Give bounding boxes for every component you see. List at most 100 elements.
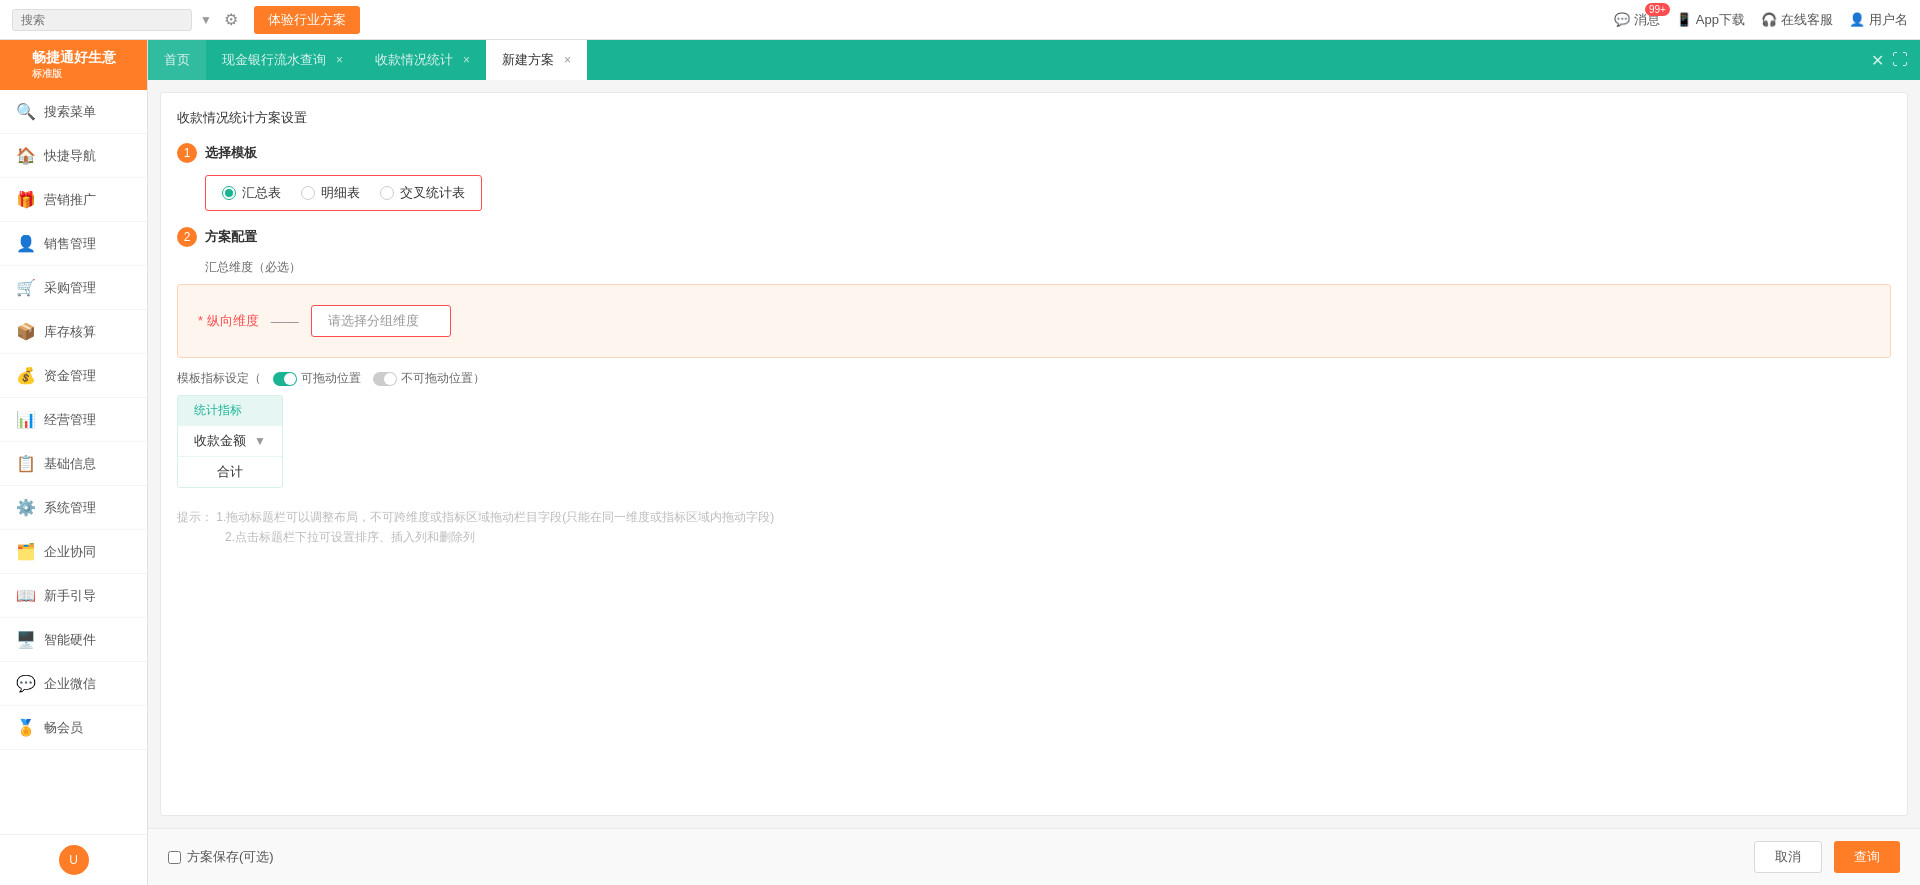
sidebar-item-operation[interactable]: 📊 经营管理 — [0, 398, 147, 442]
dimension-arrow: —— — [271, 313, 299, 329]
sidebar-item-search-menu[interactable]: 🔍 搜索菜单 — [0, 90, 147, 134]
sales-icon: 👤 — [16, 234, 36, 253]
tab-home[interactable]: 首页 — [148, 40, 206, 80]
indicator-amount-cell[interactable]: 收款金额 ▼ — [178, 425, 282, 456]
sidebar-item-system[interactable]: ⚙️ 系统管理 — [0, 486, 147, 530]
radio-crosstab[interactable]: 交叉统计表 — [380, 184, 465, 202]
sidebar-item-label: 资金管理 — [44, 367, 96, 385]
tip-line-1: 提示： 1.拖动标题栏可以调整布局，不可跨维度或指标区域拖动栏目字段(只能在同一… — [177, 507, 1891, 527]
sidebar-bottom: U — [0, 834, 147, 885]
operation-icon: 📊 — [16, 410, 36, 429]
tab-bank-flow[interactable]: 现金银行流水查询 × — [206, 40, 359, 80]
bank-flow-tab-label: 现金银行流水查询 — [222, 51, 326, 69]
step1-section: 1 选择模板 汇总表 明细表 — [177, 143, 1891, 211]
template-select-box: 汇总表 明细表 交叉统计表 — [205, 175, 482, 211]
content-area: 首页 现金银行流水查询 × 收款情况统计 × 新建方案 × ✕ ⛶ — [148, 40, 1920, 885]
sidebar-item-purchase[interactable]: 🛒 采购管理 — [0, 266, 147, 310]
sidebar-item-enterprise-coop[interactable]: 🗂️ 企业协同 — [0, 530, 147, 574]
main-layout: 畅捷通好生意 标准版 🔍 搜索菜单 🏠 快捷导航 🎁 营销推广 👤 销售管理 🛒… — [0, 40, 1920, 885]
save-plan-checkbox-input[interactable] — [168, 851, 181, 864]
sidebar-item-basic-info[interactable]: 📋 基础信息 — [0, 442, 147, 486]
step2-section: 2 方案配置 汇总维度（必选） * 纵向维度 —— 请选择分组维度 — [177, 227, 1891, 547]
radio-detail-circle — [301, 186, 315, 200]
basic-info-icon: 📋 — [16, 454, 36, 473]
sidebar-item-label: 畅会员 — [44, 719, 83, 737]
unmovable-toggle: 不可拖动位置） — [373, 370, 485, 387]
industry-solution-button[interactable]: 体验行业方案 — [254, 6, 360, 34]
top-search-input[interactable] — [12, 9, 192, 31]
page-inner: 收款情况统计方案设置 1 选择模板 汇总表 明细表 — [160, 92, 1908, 816]
sidebar-item-marketing[interactable]: 🎁 营销推广 — [0, 178, 147, 222]
sidebar-item-label: 企业协同 — [44, 543, 96, 561]
indicator-section-label: 模板指标设定（ — [177, 370, 261, 387]
app-download-button[interactable]: 📱 App下载 — [1676, 11, 1745, 29]
sidebar-item-label: 智能硬件 — [44, 631, 96, 649]
inventory-icon: 📦 — [16, 322, 36, 341]
collection-stats-tab-label: 收款情况统计 — [375, 51, 453, 69]
vip-icon: 🏅 — [16, 718, 36, 737]
collection-stats-tab-close[interactable]: × — [463, 53, 470, 67]
tip-line-2: 2.点击标题栏下拉可设置排序、插入列和删除列 — [177, 527, 1891, 547]
indicator-label-row: 模板指标设定（ 可拖动位置 不可拖动位置） — [177, 370, 1891, 387]
sidebar-item-label: 新手引导 — [44, 587, 96, 605]
radio-detail-label: 明细表 — [321, 184, 360, 202]
radio-summary-circle — [222, 186, 236, 200]
sidebar-item-label: 采购管理 — [44, 279, 96, 297]
indicator-table: 统计指标 收款金额 ▼ 合计 — [177, 395, 283, 488]
sidebar-item-enterprise-wechat[interactable]: 💬 企业微信 — [0, 662, 147, 706]
new-plan-tab-close[interactable]: × — [564, 53, 571, 67]
dimension-select-button[interactable]: 请选择分组维度 — [311, 305, 451, 337]
cancel-button[interactable]: 取消 — [1754, 841, 1822, 873]
save-plan-label: 方案保存(可选) — [187, 848, 274, 866]
sidebar-item-quick-nav[interactable]: 🏠 快捷导航 — [0, 134, 147, 178]
indicator-header-label: 统计指标 — [194, 402, 242, 419]
sidebar-item-finance[interactable]: 💰 资金管理 — [0, 354, 147, 398]
indicator-section: 模板指标设定（ 可拖动位置 不可拖动位置） — [177, 370, 1891, 491]
indicator-dropdown-icon[interactable]: ▼ — [254, 434, 266, 448]
radio-summary-label: 汇总表 — [242, 184, 281, 202]
sidebar-item-label: 营销推广 — [44, 191, 96, 209]
vertical-dim-label: * 纵向维度 — [198, 312, 259, 330]
movable-toggle-on — [273, 372, 297, 386]
user-avatar: 👤 — [1849, 12, 1865, 27]
sidebar-item-sales[interactable]: 👤 销售管理 — [0, 222, 147, 266]
new-plan-tab-label: 新建方案 — [502, 51, 554, 69]
sidebar-item-label: 销售管理 — [44, 235, 96, 253]
top-bar: ▼ ⚙ 体验行业方案 💬 消息 99+ 📱 App下载 🎧 在线客服 👤 用户名 — [0, 0, 1920, 40]
sidebar-avatar[interactable]: U — [59, 845, 89, 875]
settings-icon[interactable]: ⚙ — [224, 10, 238, 29]
user-profile[interactable]: 👤 用户名 — [1849, 11, 1908, 29]
bank-flow-tab-close[interactable]: × — [336, 53, 343, 67]
radio-detail[interactable]: 明细表 — [301, 184, 360, 202]
sidebar-item-smart-hardware[interactable]: 🖥️ 智能硬件 — [0, 618, 147, 662]
notification-badge: 99+ — [1645, 3, 1670, 16]
movable-toggle-off — [373, 372, 397, 386]
tab-collection-stats[interactable]: 收款情况统计 × — [359, 40, 486, 80]
dimension-section-label: 汇总维度（必选） — [205, 259, 1891, 276]
top-search-arrow[interactable]: ▼ — [200, 13, 212, 27]
page-content: 收款情况统计方案设置 1 选择模板 汇总表 明细表 — [148, 80, 1920, 885]
notification-button[interactable]: 💬 消息 99+ — [1614, 11, 1660, 29]
save-plan-checkbox[interactable]: 方案保存(可选) — [168, 848, 274, 866]
step1-header: 1 选择模板 — [177, 143, 1891, 163]
tab-maximize-icon[interactable]: ⛶ — [1892, 51, 1908, 69]
finance-icon: 💰 — [16, 366, 36, 385]
page-title: 收款情况统计方案设置 — [177, 109, 1891, 127]
logo-sub: 标准版 — [32, 67, 116, 81]
footer: 方案保存(可选) 取消 查询 — [148, 828, 1920, 885]
tab-close-all-icon[interactable]: ✕ — [1871, 51, 1884, 70]
step1-title: 选择模板 — [205, 144, 257, 162]
sidebar-item-vip[interactable]: 🏅 畅会员 — [0, 706, 147, 750]
online-service-button[interactable]: 🎧 在线客服 — [1761, 11, 1833, 29]
query-button[interactable]: 查询 — [1834, 841, 1900, 873]
dimension-row: * 纵向维度 —— 请选择分组维度 — [198, 305, 1870, 337]
dimension-area: * 纵向维度 —— 请选择分组维度 — [177, 284, 1891, 358]
tab-new-plan[interactable]: 新建方案 × — [486, 40, 587, 80]
sidebar-item-label: 经营管理 — [44, 411, 96, 429]
indicator-header: 统计指标 — [178, 396, 282, 425]
sidebar-item-guide[interactable]: 📖 新手引导 — [0, 574, 147, 618]
marketing-icon: 🎁 — [16, 190, 36, 209]
unmovable-label: 不可拖动位置） — [401, 370, 485, 387]
sidebar-item-inventory[interactable]: 📦 库存核算 — [0, 310, 147, 354]
radio-summary[interactable]: 汇总表 — [222, 184, 281, 202]
